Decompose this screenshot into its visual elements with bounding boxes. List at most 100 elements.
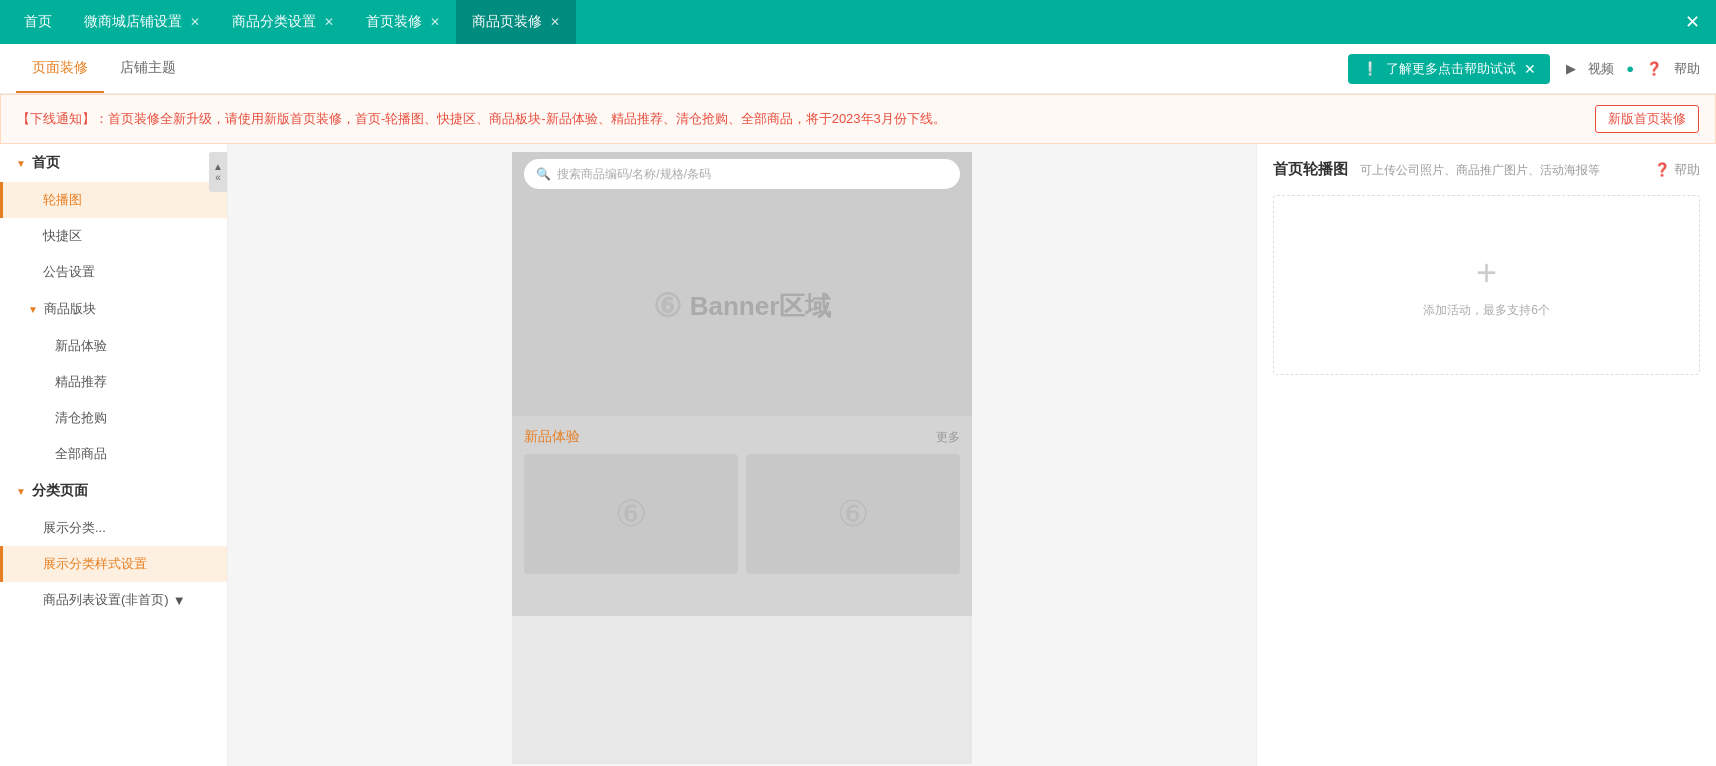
tab-store-settings[interactable]: 微商城店铺设置 ✕ [68,0,216,44]
notice-text: 【下线通知】：首页装修全新升级，请使用新版首页装修，首页-轮播图、快捷区、商品板… [17,110,1587,128]
sidebar-item-quick-zone[interactable]: 快捷区 [0,218,227,254]
sidebar-quick-zone-label: 快捷区 [43,228,82,243]
tab-category-settings-label: 商品分类设置 [232,13,316,31]
window-close-button[interactable]: ✕ [1677,7,1708,37]
tab-product-decor-label: 商品页装修 [472,13,542,31]
help-banner-text: 了解更多点击帮助试试 [1386,60,1516,78]
tab-product-decor-close[interactable]: ✕ [550,15,560,29]
tab-bar: 首页 微商城店铺设置 ✕ 商品分类设置 ✕ 首页装修 ✕ 商品页装修 ✕ ✕ [0,0,1716,44]
preview-search-placeholder: 搜索商品编码/名称/规格/条码 [557,166,711,183]
video-label: 视频 [1588,60,1614,78]
preview-products-area: 新品体验 更多 ⑥ ⑥ [512,416,972,616]
sidebar-home-group[interactable]: ▼ 首页 [0,144,227,182]
sidebar-carousel-label: 轮播图 [43,192,82,207]
preview-product-item-2: ⑥ [746,454,960,574]
new-home-decor-label: 新版首页装修 [1608,111,1686,126]
tab-product-decor[interactable]: 商品页装修 ✕ [456,0,576,44]
sidebar-item-new-experience[interactable]: 新品体验 [0,328,227,364]
sub-tab-page-decor[interactable]: 页面装修 [16,45,104,93]
sidebar-product-block-group[interactable]: ▼ 商品版块 [0,290,227,328]
new-home-decor-button[interactable]: 新版首页装修 [1595,105,1699,133]
product-icon-1: ⑥ [615,493,647,535]
category-group-arrow: ▼ [16,486,26,497]
help-banner: ❕ 了解更多点击帮助试试 ✕ [1348,54,1550,84]
sidebar: ▲ « ▼ 首页 轮播图 快捷区 公告设置 ▼ 商品版块 新品体验 [0,144,228,766]
sidebar-premium-label: 精品推荐 [55,374,107,389]
sidebar-item-notice[interactable]: 公告设置 [0,254,227,290]
sidebar-category-section: ▼ 分类页面 展示分类... 展示分类样式设置 商品列表设置(非首页) ▼ [0,472,227,618]
sidebar-item-clearance[interactable]: 清仓抢购 [0,400,227,436]
product-list-arrow: ▼ [173,593,186,608]
product-block-arrow: ▼ [28,304,38,315]
add-label: 添加活动，最多支持6个 [1423,302,1550,319]
preview-banner-area: ⑥ Banner区域 [512,196,972,416]
preview-product-item-1: ⑥ [524,454,738,574]
sidebar-item-premium[interactable]: 精品推荐 [0,364,227,400]
sidebar-item-show-category[interactable]: 展示分类... [0,510,227,546]
sidebar-new-experience-label: 新品体验 [55,338,107,353]
home-group-arrow: ▼ [16,158,26,169]
sidebar-clearance-label: 清仓抢购 [55,410,107,425]
help-banner-close[interactable]: ✕ [1524,61,1536,77]
sidebar-show-category-label: 展示分类... [43,520,106,535]
help-icon: ❓ [1646,61,1662,76]
sidebar-all-products-label: 全部商品 [55,446,107,461]
help-actions: ▶ 视频 ● ❓ 帮助 [1566,60,1700,78]
sidebar-item-all-products[interactable]: 全部商品 [0,436,227,472]
phone-preview: 🔍 搜索商品编码/名称/规格/条码 ⑥ Banner区域 新品体验 更多 ⑥ [512,152,972,764]
help-banner-icon: ❕ [1362,61,1378,76]
add-activity-area[interactable]: + 添加活动，最多支持6个 [1273,195,1700,375]
notice-bar: 【下线通知】：首页装修全新升级，请使用新版首页装修，首页-轮播图、快捷区、商品板… [0,94,1716,144]
product-icon-2: ⑥ [837,493,869,535]
right-panel-title-area: 首页轮播图 可上传公司照片、商品推广图片、活动海报等 [1273,160,1600,179]
preview-products-more: 更多 [936,429,960,446]
main-layout: ▲ « ▼ 首页 轮播图 快捷区 公告设置 ▼ 商品版块 新品体验 [0,144,1716,766]
sub-tab-bar: 页面装修 店铺主题 ❕ 了解更多点击帮助试试 ✕ ▶ 视频 ● ❓ 帮助 [0,44,1716,94]
sub-tab-store-theme-label: 店铺主题 [120,59,176,75]
sub-tab-page-decor-label: 页面装修 [32,59,88,75]
preview-products-title: 新品体验 [524,428,580,446]
video-icon: ▶ [1566,61,1576,76]
tab-store-settings-close[interactable]: ✕ [190,15,200,29]
preview-search-area: 🔍 搜索商品编码/名称/规格/条码 [512,152,972,196]
sidebar-home-title: 首页 [32,154,60,172]
dot-indicator: ● [1626,61,1634,76]
tab-home-decor[interactable]: 首页装修 ✕ [350,0,456,44]
sidebar-product-list-label: 商品列表设置(非首页) [43,591,169,609]
sidebar-category-title: 分类页面 [32,482,88,500]
chevron-left-icon: « [215,172,221,183]
sidebar-category-group[interactable]: ▼ 分类页面 [0,472,227,510]
right-panel: 首页轮播图 可上传公司照片、商品推广图片、活动海报等 ❓ 帮助 + 添加活动，最… [1256,144,1716,766]
tab-home-decor-label: 首页装修 [366,13,422,31]
banner-logo-icon: ⑥ [653,287,682,325]
search-icon: 🔍 [536,167,551,181]
center-preview: 🔍 搜索商品编码/名称/规格/条码 ⑥ Banner区域 新品体验 更多 ⑥ [228,144,1256,766]
tab-store-settings-label: 微商城店铺设置 [84,13,182,31]
sidebar-category-style-label: 展示分类样式设置 [43,556,147,571]
sidebar-product-block-label: 商品版块 [44,300,96,318]
sidebar-item-product-list[interactable]: 商品列表设置(非首页) ▼ [0,582,227,618]
right-panel-help-label: 帮助 [1674,161,1700,179]
right-panel-header: 首页轮播图 可上传公司照片、商品推广图片、活动海报等 ❓ 帮助 [1273,160,1700,179]
help-circle-icon: ❓ [1654,162,1670,177]
tab-category-settings-close[interactable]: ✕ [324,15,334,29]
right-panel-help-button[interactable]: ❓ 帮助 [1654,161,1700,179]
preview-banner-text: Banner区域 [690,289,832,324]
right-panel-subtitle: 可上传公司照片、商品推广图片、活动海报等 [1360,163,1600,177]
tab-home-label: 首页 [24,13,52,31]
preview-products-header: 新品体验 更多 [524,428,960,446]
help-label: 帮助 [1674,60,1700,78]
tab-category-settings[interactable]: 商品分类设置 ✕ [216,0,350,44]
chevron-up-icon: ▲ [213,161,223,172]
sidebar-home-section: ▼ 首页 轮播图 快捷区 公告设置 ▼ 商品版块 新品体验 精品推荐 [0,144,227,472]
tab-home[interactable]: 首页 [8,0,68,44]
sidebar-item-category-style[interactable]: 展示分类样式设置 [0,546,227,582]
tab-home-decor-close[interactable]: ✕ [430,15,440,29]
sidebar-collapse-button[interactable]: ▲ « [209,152,227,192]
sidebar-item-carousel[interactable]: 轮播图 [0,182,227,218]
sub-tab-store-theme[interactable]: 店铺主题 [104,45,192,93]
preview-product-grid: ⑥ ⑥ [524,454,960,574]
sidebar-notice-label: 公告设置 [43,264,95,279]
right-panel-title: 首页轮播图 [1273,160,1348,177]
add-icon: + [1476,252,1497,294]
